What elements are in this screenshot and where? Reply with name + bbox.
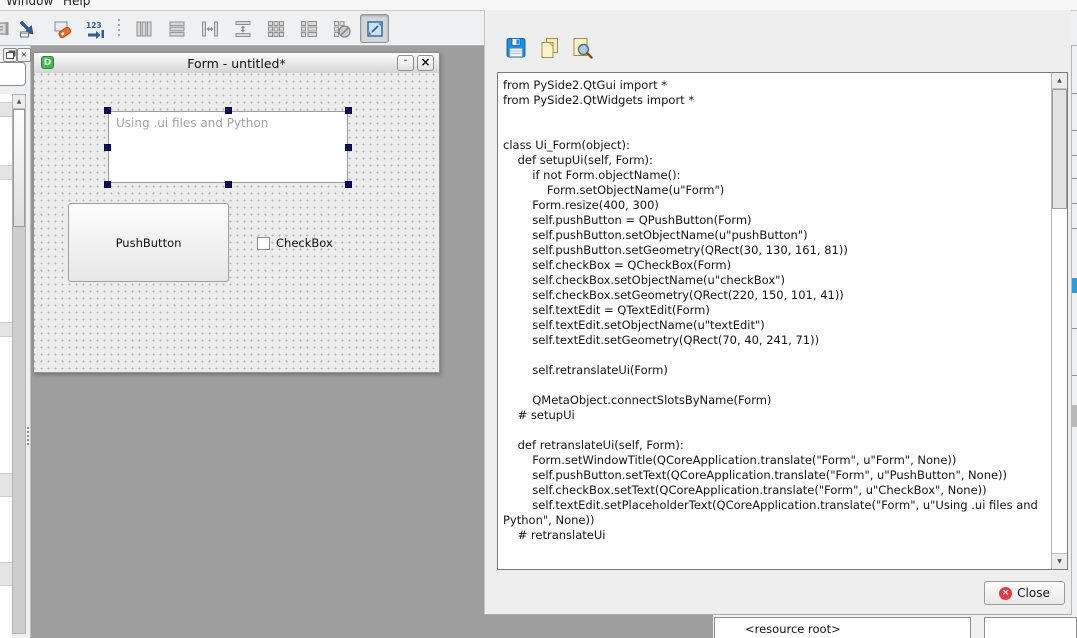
panel-row-divider bbox=[1072, 178, 1077, 179]
tab-order-123-icon: 123 bbox=[85, 19, 105, 39]
selection-handle[interactable] bbox=[345, 181, 352, 188]
generated-python-code[interactable]: from PySide2.QtGui import * from PySide2… bbox=[503, 78, 1048, 567]
layout-vertical-icon[interactable] bbox=[162, 14, 191, 43]
copy-pages-icon bbox=[538, 36, 562, 60]
panel-row-divider bbox=[1072, 375, 1077, 376]
scroll-down-icon[interactable]: ▼ bbox=[1052, 553, 1067, 569]
grid-layout-icon bbox=[266, 19, 286, 39]
widget-box-scrollbar[interactable]: ▲ bbox=[12, 94, 26, 634]
buddy-tag-icon bbox=[53, 19, 73, 39]
selection-handle[interactable] bbox=[345, 107, 352, 114]
menu-help[interactable]: Help bbox=[63, 0, 90, 8]
menu-window[interactable]: Window bbox=[6, 0, 53, 8]
form-window-titlebar[interactable]: D Form - untitled* - × bbox=[34, 53, 439, 74]
form-layout-icon bbox=[299, 19, 319, 39]
checkbox-label: CheckBox bbox=[276, 236, 333, 250]
background-panel-right bbox=[1071, 45, 1077, 638]
float-glyph bbox=[6, 52, 14, 59]
horizontal-layout-icon bbox=[134, 19, 154, 39]
resource-root-label: <resource root> bbox=[745, 622, 841, 636]
adjust-size-icon[interactable] bbox=[360, 14, 389, 43]
close-circle-icon: × bbox=[999, 587, 1012, 600]
pushbutton-widget[interactable]: PushButton bbox=[68, 203, 229, 282]
selection-handle[interactable] bbox=[104, 144, 111, 151]
widget-box-list[interactable] bbox=[0, 94, 12, 638]
textedit-placeholder: Using .ui files and Python bbox=[116, 116, 268, 130]
form-canvas[interactable]: Using .ui files and Python PushButton Ch… bbox=[34, 73, 439, 371]
qt-designer-screen: Window Help bbox=[0, 0, 1077, 638]
vertical-layout-icon bbox=[167, 19, 187, 39]
toolbar-separator bbox=[117, 19, 120, 38]
code-scrollbar-thumb[interactable] bbox=[1052, 89, 1067, 209]
pushbutton-label: PushButton bbox=[116, 236, 182, 250]
edit-buddies-icon[interactable] bbox=[48, 14, 77, 43]
panel-row-divider bbox=[1072, 93, 1077, 94]
selection-handle[interactable] bbox=[345, 144, 352, 151]
layout-form-icon[interactable] bbox=[294, 14, 323, 43]
panel-row-divider bbox=[1072, 130, 1077, 131]
edit-tab-order-icon[interactable]: 123 bbox=[80, 14, 109, 43]
v-splitter-icon bbox=[233, 19, 253, 39]
layout-splitter-horizontal-icon[interactable] bbox=[195, 14, 224, 43]
panel-scrollbar-fragment[interactable] bbox=[1072, 405, 1077, 427]
selection-handle[interactable] bbox=[104, 107, 111, 114]
find-icon[interactable] bbox=[569, 35, 595, 61]
tab-order-glyph: 123 bbox=[86, 21, 102, 30]
selection-handle[interactable] bbox=[225, 107, 232, 114]
panel-row-divider bbox=[1072, 328, 1077, 329]
selected-row-fragment bbox=[1072, 278, 1077, 293]
dock-float-icon[interactable] bbox=[3, 48, 17, 62]
panel-row-divider bbox=[1072, 228, 1077, 229]
selection-handle[interactable] bbox=[225, 181, 232, 188]
copy-icon[interactable] bbox=[537, 35, 563, 61]
form-editor-window[interactable]: D Form - untitled* - × Using .ui files a… bbox=[33, 52, 440, 373]
close-button-label: Close bbox=[1017, 586, 1050, 600]
code-view[interactable]: from PySide2.QtGui import * from PySide2… bbox=[497, 72, 1068, 570]
break-layout-icon[interactable] bbox=[327, 14, 356, 43]
minimize-button[interactable]: - bbox=[397, 55, 414, 71]
dock-splitter-handle[interactable] bbox=[27, 427, 29, 445]
widget-filter-input[interactable] bbox=[0, 62, 26, 86]
textedit-widget[interactable]: Using .ui files and Python bbox=[108, 111, 348, 183]
resource-browser-dock: <resource root> bbox=[713, 615, 1077, 638]
panel-row-divider bbox=[1072, 155, 1077, 156]
code-scrollbar[interactable]: ▲ ▼ bbox=[1051, 73, 1067, 569]
layout-grid-icon[interactable] bbox=[261, 14, 290, 43]
save-icon[interactable] bbox=[503, 35, 529, 61]
checkbox-widget[interactable]: CheckBox bbox=[257, 236, 333, 250]
scroll-up-icon[interactable]: ▲ bbox=[13, 95, 25, 109]
floppy-disk-icon bbox=[504, 36, 528, 60]
adjust-size-icon-glyph bbox=[365, 19, 385, 39]
signal-arrow-icon bbox=[18, 19, 38, 39]
layout-splitter-vertical-icon[interactable] bbox=[228, 14, 257, 43]
dialog-close-button[interactable]: × Close bbox=[984, 581, 1065, 605]
scrollbar-thumb[interactable] bbox=[13, 109, 25, 227]
close-button[interactable]: × bbox=[417, 55, 434, 71]
widget-icon bbox=[0, 19, 11, 39]
resource-detail-pane[interactable] bbox=[984, 617, 1077, 638]
edit-signals-slots-icon[interactable] bbox=[13, 14, 42, 43]
break-layout-icon-glyph bbox=[332, 19, 352, 39]
resource-tree[interactable]: <resource root> bbox=[714, 617, 971, 638]
selection-handle[interactable] bbox=[104, 181, 111, 188]
magnifier-page-icon bbox=[570, 36, 594, 60]
scroll-up-icon[interactable]: ▲ bbox=[1052, 73, 1067, 89]
h-splitter-icon bbox=[200, 19, 220, 39]
layout-horizontal-icon[interactable] bbox=[129, 14, 158, 43]
code-preview-dialog: from PySide2.QtGui import * from PySide2… bbox=[484, 10, 1071, 615]
checkbox-indicator[interactable] bbox=[257, 237, 270, 250]
panel-row-divider bbox=[1072, 203, 1077, 204]
dock-close-icon[interactable]: × bbox=[17, 48, 31, 62]
widget-box-dock: × ▲ bbox=[0, 45, 31, 638]
form-window-title: Form - untitled* bbox=[34, 56, 439, 71]
